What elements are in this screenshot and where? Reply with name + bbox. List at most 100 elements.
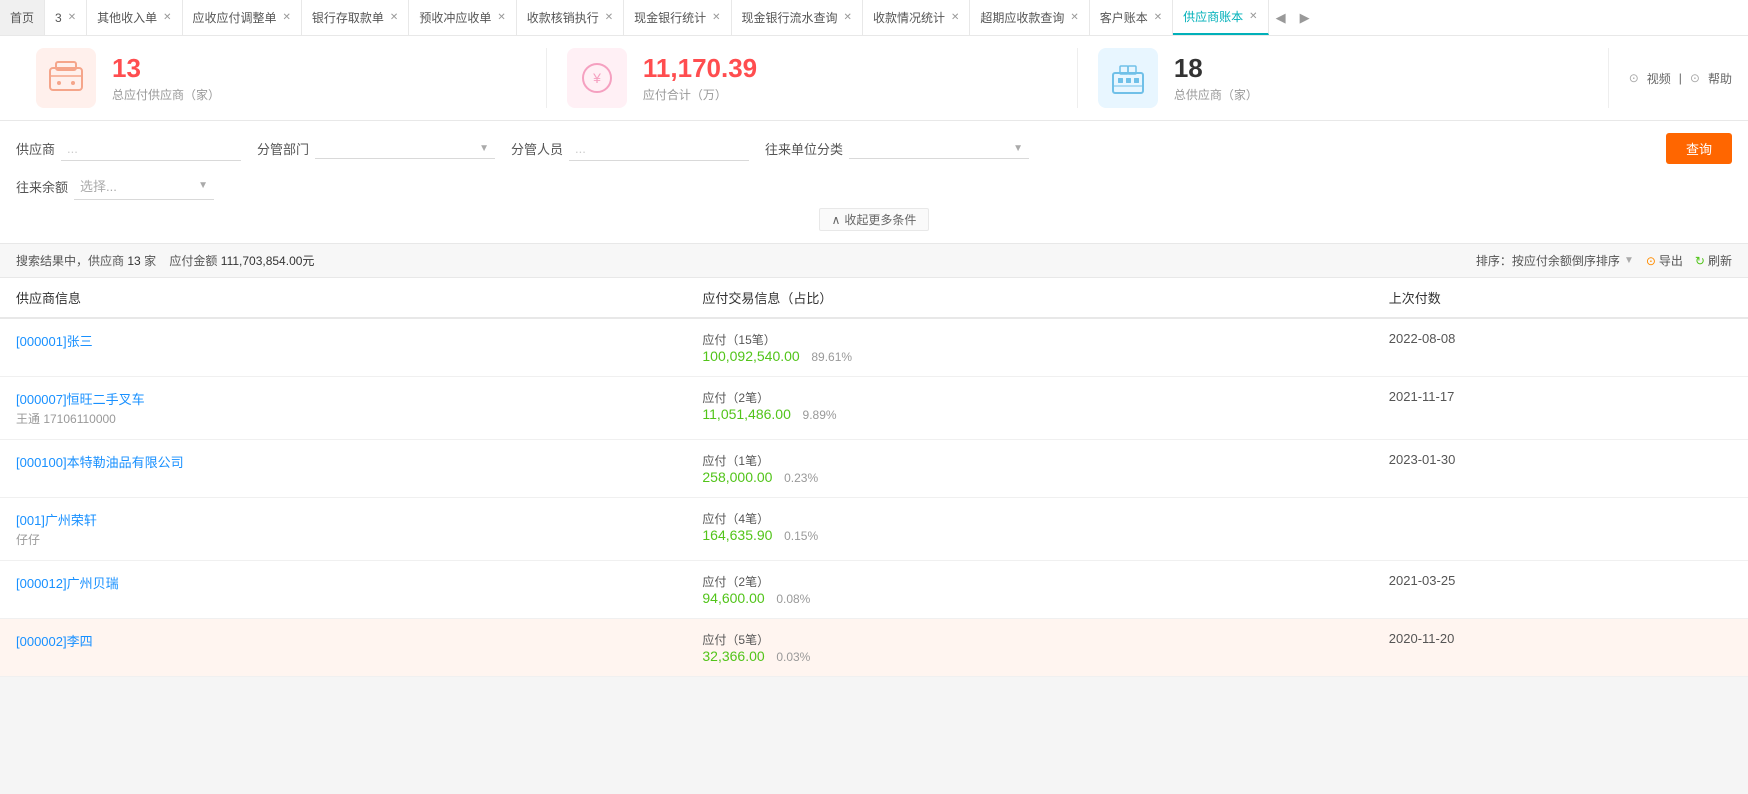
collapse-button[interactable]: ∧ 收起更多条件 (819, 208, 930, 231)
supplier-link[interactable]: [000100]本特勒油品有限公司 (16, 455, 184, 470)
supplier-link[interactable]: [000012]广州贝瑞 (16, 576, 119, 591)
nav-tab4-close[interactable]: ✕ (390, 12, 398, 23)
payable-amount: 94,600.00 (702, 590, 764, 606)
nav-tab9-label: 收款情况统计 (873, 9, 945, 26)
summary-card1-info: 13 总应付供应商（家） (112, 53, 526, 103)
nav-next-arrow[interactable]: ▶ (1293, 10, 1317, 26)
nav-tab7-label: 现金银行统计 (634, 9, 706, 26)
supplier-sub-info: 仔仔 (16, 531, 702, 548)
result-actions: 排序：按应付余额倒序排序 ▼ ⊙ 导出 ↻ 刷新 (1476, 252, 1732, 269)
result-supplier-unit: 家 (144, 254, 156, 268)
supplier-info-cell: [000001]张三 (16, 331, 702, 350)
supplier-input[interactable] (61, 137, 241, 161)
nav-tab10[interactable]: 超期应收款查询 ✕ (970, 0, 1089, 35)
supplier-info-cell: [000007]恒旺二手叉车 王通 17106110000 (16, 389, 702, 427)
payable-amount: 164,635.90 (702, 527, 772, 543)
sort-dropdown-arrow: ▼ (1624, 255, 1634, 266)
query-button[interactable]: 查询 (1666, 133, 1732, 164)
nav-tab7-close[interactable]: ✕ (712, 12, 720, 23)
help-link[interactable]: 帮助 (1708, 70, 1732, 87)
refresh-button[interactable]: ↻ 刷新 (1695, 252, 1732, 269)
payable-label: 应付（2笔） (702, 389, 1388, 406)
supplier-icon (36, 48, 96, 108)
dept-select[interactable]: ▼ (315, 139, 495, 159)
summary-card-total: 18 总供应商（家） (1078, 48, 1609, 108)
category-filter-label: 往来单位分类 (765, 139, 843, 158)
nav-tab10-close[interactable]: ✕ (1070, 12, 1078, 23)
person-input[interactable] (569, 137, 749, 161)
nav-tab1-close[interactable]: ✕ (68, 12, 76, 23)
nav-tab3[interactable]: 应收应付调整单 ✕ (183, 0, 302, 35)
nav-tab8-close[interactable]: ✕ (844, 12, 852, 23)
nav-tab7[interactable]: 现金银行统计 ✕ (624, 0, 731, 35)
last-date: 2022-08-08 (1389, 331, 1732, 346)
category-select[interactable]: ▼ (849, 139, 1029, 159)
nav-tab6[interactable]: 收款核销执行 ✕ (517, 0, 624, 35)
supplier-link[interactable]: [000007]恒旺二手叉车 (16, 392, 145, 407)
result-summary: 搜索结果中，供应商 13 家 应付金额 111,703,854.00元 (16, 252, 314, 269)
nav-tab3-label: 应收应付调整单 (193, 9, 277, 26)
nav-tab11-label: 客户账本 (1100, 9, 1148, 26)
nav-tab12-close[interactable]: ✕ (1249, 11, 1257, 22)
result-bar: 搜索结果中，供应商 13 家 应付金额 111,703,854.00元 排序：按… (0, 244, 1748, 278)
summary-card3-info: 18 总供应商（家） (1174, 53, 1588, 103)
summary-card2-info: 11,170.39 应付合计（万） (643, 53, 1057, 103)
nav-tab8-label: 现金银行流水查询 (742, 9, 838, 26)
payable-info-cell: 应付（1笔） 258,000.00 0.23% (702, 452, 1388, 485)
nav-tab5-close[interactable]: ✕ (497, 12, 505, 23)
table-row: [000007]恒旺二手叉车 王通 17106110000 应付（2笔） 11,… (0, 377, 1748, 440)
nav-tab2[interactable]: 其他收入单 ✕ (87, 0, 182, 35)
supplier-info-cell: [000012]广州贝瑞 (16, 573, 702, 592)
nav-tab12[interactable]: 供应商账本 ✕ (1173, 0, 1268, 35)
nav-tab2-close[interactable]: ✕ (163, 12, 171, 23)
nav-prev-arrow[interactable]: ◀ (1269, 10, 1293, 26)
table-row: [000002]李四 应付（5笔） 32,366.00 0.03% 2020-1… (0, 619, 1748, 677)
filter-item-balance: 往来余额 选择... ▼ (16, 172, 214, 200)
result-supplier-count: 13 (127, 254, 140, 268)
nav-bar: 首页 3 ✕ 其他收入单 ✕ 应收应付调整单 ✕ 银行存取款单 ✕ 预收冲应收单… (0, 0, 1748, 36)
table-row: [000100]本特勒油品有限公司 应付（1笔） 258,000.00 0.23… (0, 440, 1748, 498)
nav-home[interactable]: 首页 (0, 0, 45, 35)
supplier-sub-info: 王通 17106110000 (16, 410, 702, 427)
nav-tab1-label: 3 (55, 11, 62, 25)
nav-tab5[interactable]: 预收冲应收单 ✕ (409, 0, 516, 35)
payable-amount: 100,092,540.00 (702, 348, 799, 364)
payable-label: 应付（2笔） (702, 573, 1388, 590)
summary-card1-label: 总应付供应商（家） (112, 86, 526, 103)
last-date: 2020-11-20 (1389, 631, 1732, 646)
video-link[interactable]: 视频 (1647, 70, 1671, 87)
balance-select[interactable]: 选择... ▼ (74, 172, 214, 200)
summary-card2-number: 11,170.39 (643, 53, 1057, 84)
nav-tab9[interactable]: 收款情况统计 ✕ (863, 0, 970, 35)
top-right-links: ⊙ 视频 | ⊙ 帮助 (1609, 70, 1732, 87)
table-col-payable: 应付交易信息（占比） (702, 288, 1388, 307)
supplier-filter-label: 供应商 (16, 139, 55, 158)
export-button[interactable]: ⊙ 导出 (1646, 252, 1683, 269)
nav-tab8[interactable]: 现金银行流水查询 ✕ (732, 0, 863, 35)
nav-tab11[interactable]: 客户账本 ✕ (1090, 0, 1173, 35)
supplier-link[interactable]: [000002]李四 (16, 634, 93, 649)
sort-select-label: 排序：按应付余额倒序排序 (1476, 252, 1620, 269)
nav-tab1[interactable]: 3 ✕ (45, 0, 87, 35)
nav-tab3-close[interactable]: ✕ (283, 12, 291, 23)
svg-text:¥: ¥ (592, 70, 601, 86)
nav-tab2-label: 其他收入单 (97, 9, 157, 26)
nav-tab11-close[interactable]: ✕ (1154, 12, 1162, 23)
filter-item-supplier: 供应商 (16, 137, 241, 161)
filter-section: 供应商 分管部门 ▼ 分管人员 往来单位分类 ▼ 查询 (0, 121, 1748, 244)
balance-dropdown-arrow: ▼ (198, 180, 208, 191)
nav-tab10-label: 超期应收款查询 (980, 9, 1064, 26)
supplier-link[interactable]: [000001]张三 (16, 334, 93, 349)
nav-tab6-close[interactable]: ✕ (605, 12, 613, 23)
summary-card3-label: 总供应商（家） (1174, 86, 1588, 103)
nav-tab4[interactable]: 银行存取款单 ✕ (302, 0, 409, 35)
supplier-link[interactable]: [001]广州荣轩 (16, 513, 97, 528)
payable-amount: 11,051,486.00 (702, 406, 791, 422)
payable-info-cell: 应付（15笔） 100,092,540.00 89.61% (702, 331, 1388, 364)
balance-select-value: 选择... (80, 176, 194, 195)
result-payable-amount: 111,703,854.00元 (221, 254, 315, 268)
sort-select[interactable]: 排序：按应付余额倒序排序 ▼ (1476, 252, 1634, 269)
dept-filter-label: 分管部门 (257, 139, 309, 158)
nav-tab9-close[interactable]: ✕ (951, 12, 959, 23)
summary-card1-number: 13 (112, 53, 526, 84)
